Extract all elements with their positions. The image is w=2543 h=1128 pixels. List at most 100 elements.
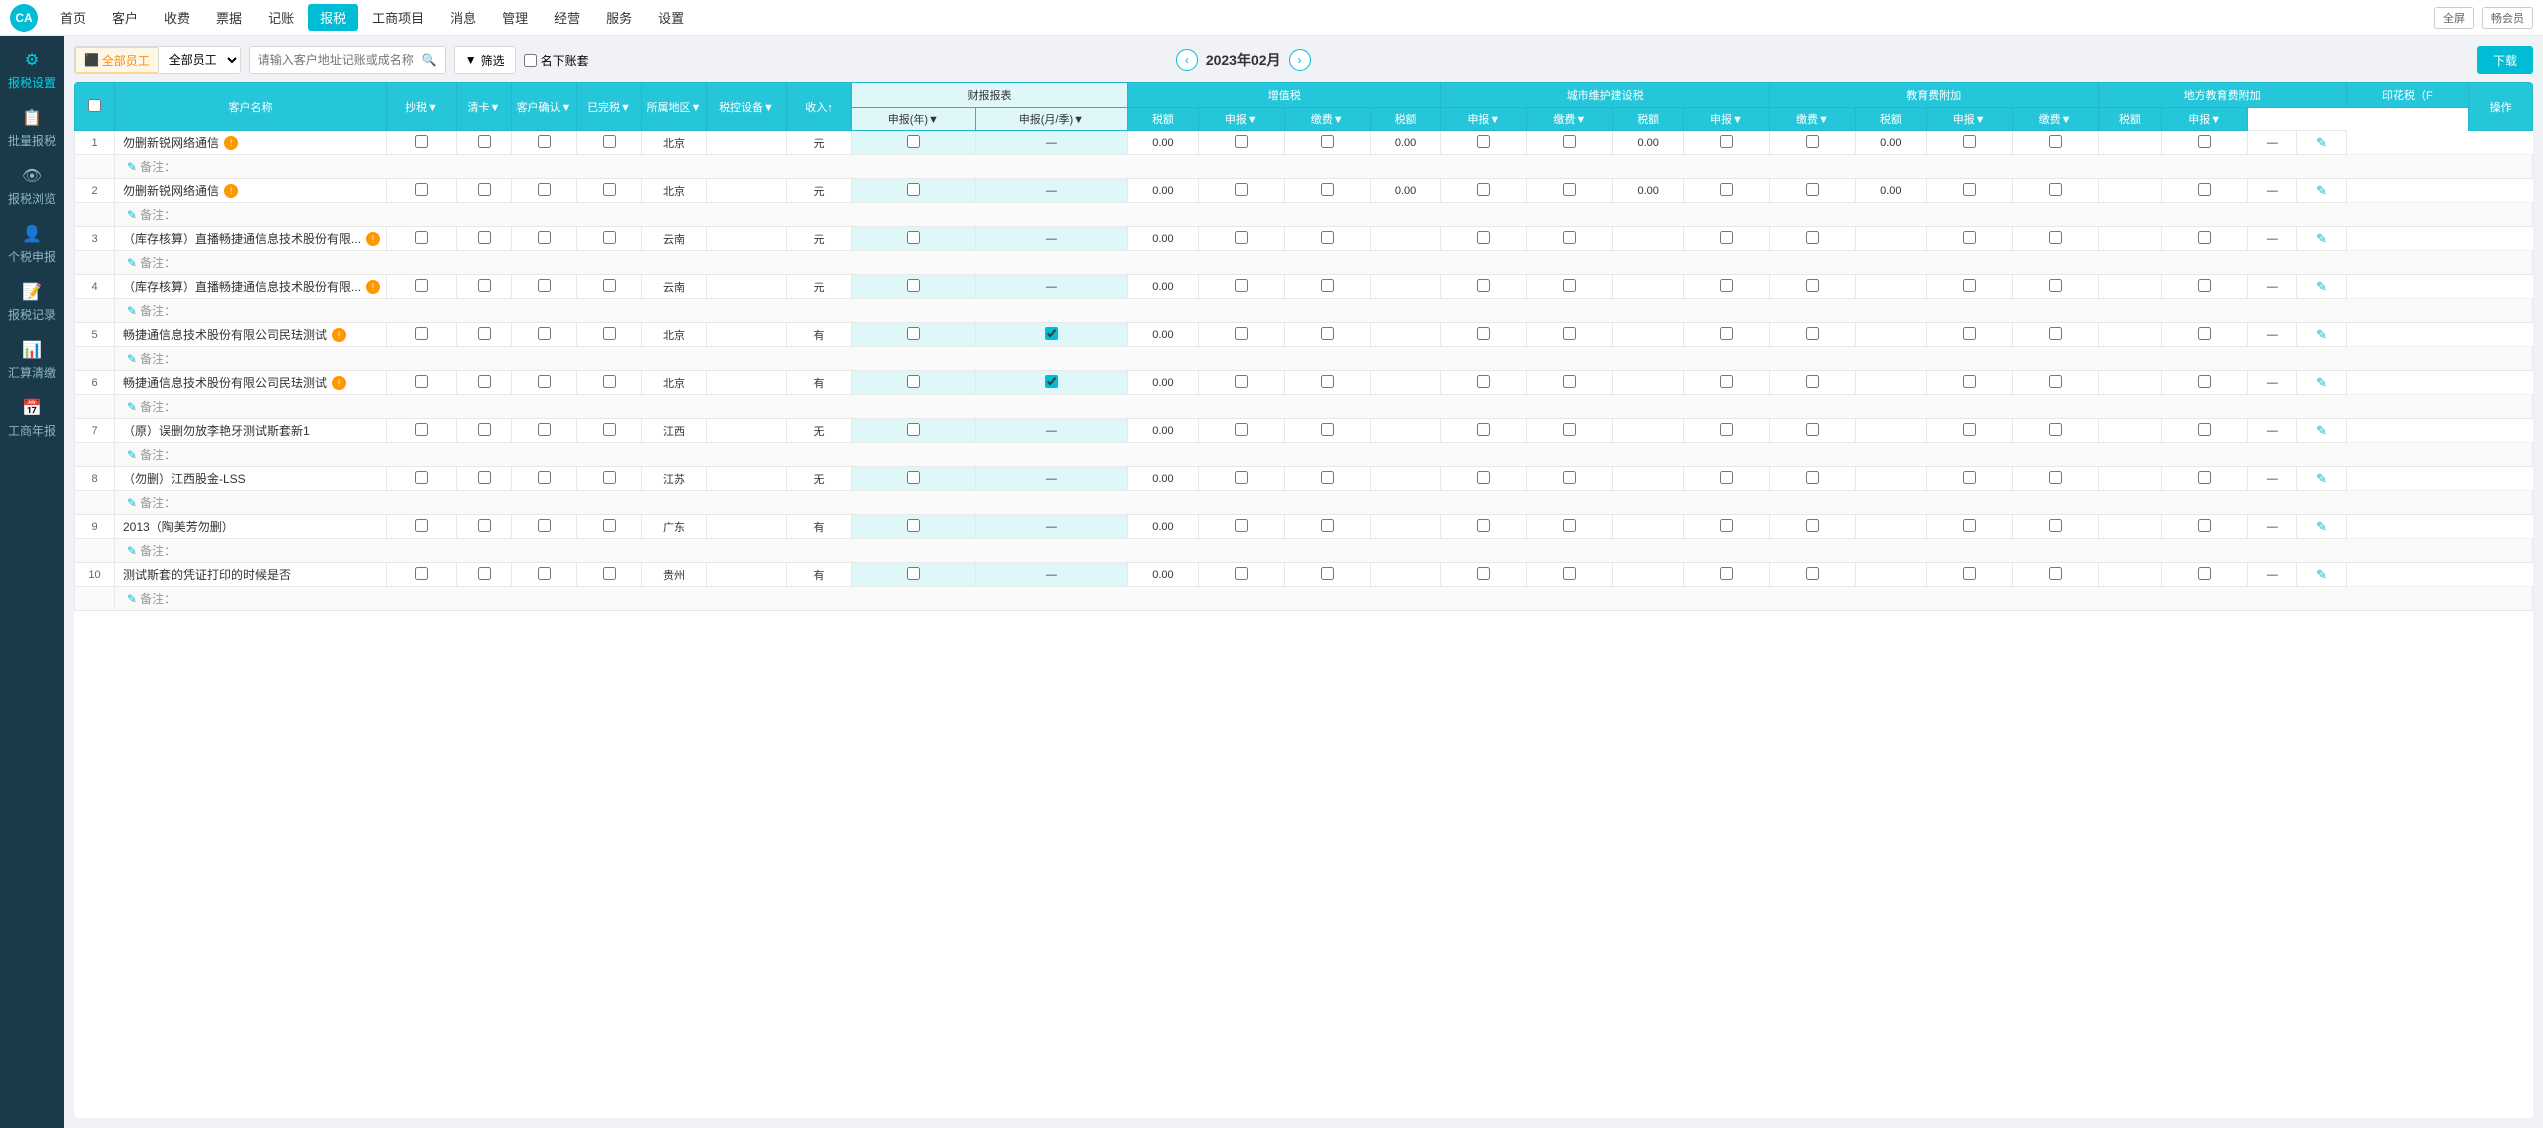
zz-jf-checkbox[interactable]	[1321, 567, 1334, 580]
declared-checkbox[interactable]	[603, 231, 616, 244]
chaoshui-checkbox[interactable]	[415, 279, 428, 292]
monthly-checkbox[interactable]	[1045, 327, 1058, 340]
annual-checkbox[interactable]	[907, 231, 920, 244]
zz-sb-checkbox[interactable]	[1235, 519, 1248, 532]
nav-industrial[interactable]: 工商项目	[360, 4, 436, 31]
declared-checkbox[interactable]	[603, 567, 616, 580]
ledu-jf-checkbox[interactable]	[2049, 567, 2062, 580]
city-sb-checkbox[interactable]	[1477, 423, 1490, 436]
edu-jf-checkbox[interactable]	[1806, 231, 1819, 244]
edu-sb-checkbox[interactable]	[1720, 567, 1733, 580]
ledu-jf-checkbox[interactable]	[2049, 519, 2062, 532]
confirm-checkbox[interactable]	[538, 375, 551, 388]
edu-sb-checkbox[interactable]	[1720, 375, 1733, 388]
ledu-sb-checkbox[interactable]	[1963, 471, 1976, 484]
city-jf-checkbox[interactable]	[1563, 231, 1576, 244]
city-jf-checkbox[interactable]	[1563, 183, 1576, 196]
ledu-sb-checkbox[interactable]	[1963, 423, 1976, 436]
zz-sb-checkbox[interactable]	[1235, 375, 1248, 388]
city-sb-checkbox[interactable]	[1477, 183, 1490, 196]
sidebar-item-personal-tax[interactable]: 👤 个税申报	[0, 215, 64, 273]
confirm-checkbox[interactable]	[538, 279, 551, 292]
nav-home[interactable]: 首页	[48, 4, 98, 31]
note-cell[interactable]: ✎ 备注：	[115, 443, 2533, 467]
city-jf-checkbox[interactable]	[1563, 519, 1576, 532]
edu-sb-checkbox[interactable]	[1720, 519, 1733, 532]
qingka-checkbox[interactable]	[478, 279, 491, 292]
note-cell[interactable]: ✎ 备注：	[115, 539, 2533, 563]
edu-jf-checkbox[interactable]	[1806, 279, 1819, 292]
qingka-checkbox[interactable]	[478, 519, 491, 532]
ledu-jf-checkbox[interactable]	[2049, 423, 2062, 436]
stamp-sb-checkbox[interactable]	[2198, 519, 2211, 532]
edu-jf-checkbox[interactable]	[1806, 519, 1819, 532]
city-jf-checkbox[interactable]	[1563, 375, 1576, 388]
edu-jf-checkbox[interactable]	[1806, 567, 1819, 580]
qingka-checkbox[interactable]	[478, 567, 491, 580]
declared-checkbox[interactable]	[603, 279, 616, 292]
declared-checkbox[interactable]	[603, 375, 616, 388]
monthly-checkbox[interactable]	[1045, 375, 1058, 388]
zz-jf-checkbox[interactable]	[1321, 423, 1334, 436]
note-cell[interactable]: ✎ 备注：	[115, 347, 2533, 371]
qingka-checkbox[interactable]	[478, 375, 491, 388]
city-jf-checkbox[interactable]	[1563, 327, 1576, 340]
nav-message[interactable]: 消息	[438, 4, 488, 31]
city-sb-checkbox[interactable]	[1477, 471, 1490, 484]
qingka-checkbox[interactable]	[478, 327, 491, 340]
nav-settings[interactable]: 设置	[646, 4, 696, 31]
zz-jf-checkbox[interactable]	[1321, 471, 1334, 484]
edu-jf-checkbox[interactable]	[1806, 423, 1819, 436]
zz-sb-checkbox[interactable]	[1235, 423, 1248, 436]
qingka-checkbox[interactable]	[478, 231, 491, 244]
sidebar-item-batch-tax[interactable]: 📋 批量报税	[0, 99, 64, 157]
zz-sb-checkbox[interactable]	[1235, 231, 1248, 244]
named-list-checkbox-label[interactable]: 名下账套	[524, 52, 589, 69]
chaoshui-checkbox[interactable]	[415, 231, 428, 244]
stamp-sb-checkbox[interactable]	[2198, 231, 2211, 244]
ledu-sb-checkbox[interactable]	[1963, 519, 1976, 532]
fullscreen-button[interactable]: 全屏	[2434, 7, 2474, 29]
tax-table-wrapper[interactable]: 客户名称 抄税▼ 清卡▼ 客户确认▼ 已完税▼ 所属地区▼ 税控设备▼ 收入↑ …	[74, 82, 2533, 1118]
nav-accounting[interactable]: 记账	[256, 4, 306, 31]
zz-jf-checkbox[interactable]	[1321, 279, 1334, 292]
search-icon[interactable]: 🔍	[422, 53, 437, 67]
nav-operation[interactable]: 经营	[542, 4, 592, 31]
annual-checkbox[interactable]	[907, 375, 920, 388]
annual-checkbox[interactable]	[907, 135, 920, 148]
ledu-jf-checkbox[interactable]	[2049, 231, 2062, 244]
search-input[interactable]	[258, 53, 418, 67]
city-sb-checkbox[interactable]	[1477, 327, 1490, 340]
declared-checkbox[interactable]	[603, 135, 616, 148]
edit-button[interactable]: ✎	[2316, 135, 2327, 150]
note-cell[interactable]: ✎ 备注：	[115, 587, 2533, 611]
ledu-sb-checkbox[interactable]	[1963, 183, 1976, 196]
sidebar-item-annual-report[interactable]: 📅 工商年报	[0, 389, 64, 447]
zz-jf-checkbox[interactable]	[1321, 327, 1334, 340]
download-button[interactable]: 下载	[2477, 46, 2533, 74]
edit-button[interactable]: ✎	[2316, 423, 2327, 438]
city-jf-checkbox[interactable]	[1563, 423, 1576, 436]
edu-sb-checkbox[interactable]	[1720, 231, 1733, 244]
qingka-checkbox[interactable]	[478, 135, 491, 148]
zz-sb-checkbox[interactable]	[1235, 135, 1248, 148]
edit-button[interactable]: ✎	[2316, 231, 2327, 246]
zz-jf-checkbox[interactable]	[1321, 183, 1334, 196]
edu-sb-checkbox[interactable]	[1720, 471, 1733, 484]
prev-month-button[interactable]: ‹	[1176, 49, 1198, 71]
ledu-sb-checkbox[interactable]	[1963, 231, 1976, 244]
nav-service[interactable]: 服务	[594, 4, 644, 31]
named-list-checkbox[interactable]	[524, 54, 537, 67]
city-jf-checkbox[interactable]	[1563, 135, 1576, 148]
note-cell[interactable]: ✎ 备注：	[115, 203, 2533, 227]
stamp-sb-checkbox[interactable]	[2198, 183, 2211, 196]
declared-checkbox[interactable]	[603, 519, 616, 532]
annual-checkbox[interactable]	[907, 327, 920, 340]
confirm-checkbox[interactable]	[538, 423, 551, 436]
confirm-checkbox[interactable]	[538, 567, 551, 580]
confirm-checkbox[interactable]	[538, 135, 551, 148]
edu-sb-checkbox[interactable]	[1720, 183, 1733, 196]
note-cell[interactable]: ✎ 备注：	[115, 299, 2533, 323]
ledu-sb-checkbox[interactable]	[1963, 327, 1976, 340]
edu-sb-checkbox[interactable]	[1720, 327, 1733, 340]
